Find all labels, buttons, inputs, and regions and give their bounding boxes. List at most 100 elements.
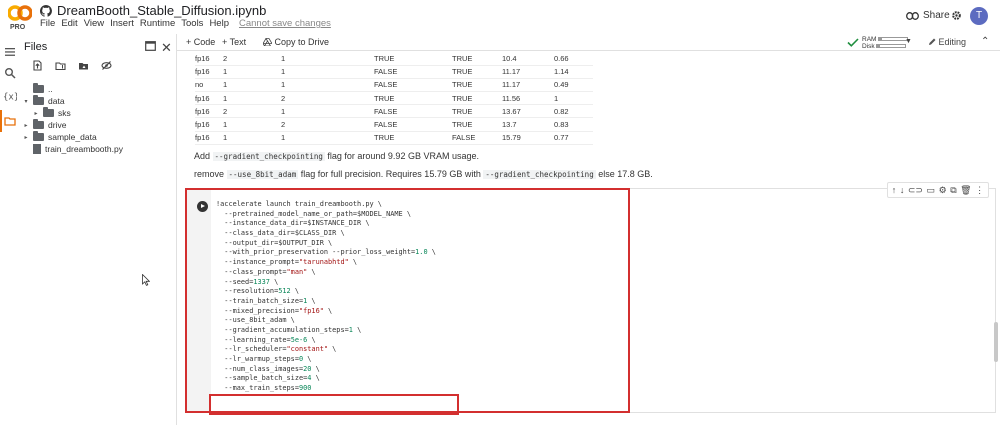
table-cell: 2	[281, 117, 374, 132]
files-panel: Files ✕ .. ▾ data ▸ sks ▸ drive ▸ sample…	[20, 34, 177, 425]
notebook-toolbar: + Code + Text Copy to Drive RAM Disk ▼ E…	[177, 34, 1000, 51]
tree-item-data[interactable]: ▾ data	[23, 95, 65, 107]
code-line: --output_dir=$OUTPUT_DIR \	[216, 238, 333, 247]
hide-files-icon[interactable]	[101, 60, 112, 71]
table-cell: 11.17	[502, 65, 554, 79]
colab-logo[interactable]: PRO	[7, 4, 33, 32]
table-cell: fp16	[195, 104, 223, 119]
inline-code: --gradient_checkpointing	[212, 152, 325, 161]
chevron-right-icon: ▸	[24, 134, 28, 141]
folder-icon	[43, 107, 54, 117]
tree-item-label: data	[48, 96, 65, 106]
mirror-cell-icon[interactable]: ⧉	[950, 185, 956, 196]
add-text-button[interactable]: + Text	[222, 37, 246, 47]
table-cell: 1.14	[554, 65, 593, 79]
toc-menu-icon[interactable]	[4, 46, 16, 58]
code-line: --resolution=512 \	[216, 287, 299, 296]
tree-item-label: sks	[58, 108, 71, 118]
menu-file[interactable]: File	[37, 18, 58, 29]
delete-icon[interactable]: 🗑	[960, 185, 971, 196]
note-8bit-adam: remove --use_8bit_adam flag for full pre…	[194, 169, 653, 179]
copy-to-drive-label: Copy to Drive	[274, 37, 330, 47]
user-avatar[interactable]: T	[970, 7, 988, 25]
close-icon[interactable]: ✕	[161, 40, 172, 56]
notebook-title[interactable]: DreamBooth_Stable_Diffusion.ipynb	[57, 3, 266, 18]
connected-check-icon	[847, 38, 859, 47]
cannot-save-link[interactable]: Cannot save changes	[236, 18, 334, 29]
menu-bar: File Edit View Insert Runtime Tools Help…	[37, 18, 334, 29]
ram-label: RAM	[862, 36, 877, 43]
table-cell: 1	[281, 52, 374, 66]
mount-drive-icon[interactable]	[78, 60, 89, 71]
files-panel-title: Files	[24, 41, 48, 53]
tree-item-drive[interactable]: ▸ drive	[23, 119, 66, 131]
main-scrollbar[interactable]	[994, 322, 998, 362]
move-down-icon[interactable]: ↓	[900, 185, 905, 195]
table-cell: 1	[223, 65, 281, 79]
table-cell: 2	[281, 91, 374, 106]
files-folder-icon[interactable]	[4, 115, 16, 127]
menu-insert[interactable]: Insert	[107, 18, 137, 29]
move-up-icon[interactable]: ↑	[892, 185, 897, 195]
code-line: --lr_warmup_steps=0 \	[216, 355, 312, 363]
copy-to-drive-button[interactable]: Copy to Drive	[262, 37, 330, 47]
menu-edit[interactable]: Edit	[58, 18, 80, 29]
code-line: --train_batch_size=1 \	[216, 296, 316, 305]
more-vert-icon[interactable]: ⋮	[975, 185, 984, 196]
note-gradient-checkpointing: Add --gradient_checkpointing flag for ar…	[194, 151, 479, 161]
tree-item-sks[interactable]: ▸ sks	[33, 107, 71, 119]
tree-item-label: train_dreambooth.py	[45, 144, 123, 154]
cell-settings-icon[interactable]: ⚙	[939, 185, 947, 196]
chevron-down-icon[interactable]: ▼	[905, 38, 912, 45]
code-editor[interactable]: !accelerate launch train_dreambooth.py \…	[216, 200, 436, 394]
menu-tools[interactable]: Tools	[178, 18, 206, 29]
chevron-up-icon[interactable]: ⌃	[981, 36, 989, 47]
table-cell: 1	[281, 65, 374, 79]
table-cell: TRUE	[374, 52, 452, 66]
search-icon[interactable]	[4, 67, 16, 79]
editing-mode-button[interactable]: Editing	[928, 37, 966, 47]
tree-item-sample-data[interactable]: ▸ sample_data	[23, 131, 97, 143]
pencil-icon	[929, 38, 936, 45]
code-line: --gradient_accumulation_steps=1 \	[216, 325, 362, 334]
table-cell: TRUE	[452, 104, 502, 119]
folder-icon	[33, 131, 44, 141]
code-line: --pretrained_model_name_or_path=$MODEL_N…	[216, 209, 411, 218]
table-row: fp16 1 2 TRUE TRUE 11.56 1	[195, 91, 593, 106]
resources-indicator[interactable]: RAM Disk	[862, 36, 909, 50]
github-icon	[40, 4, 52, 17]
table-cell: 2	[223, 104, 281, 119]
settings-gear-icon[interactable]	[951, 10, 962, 21]
link-cell-icon[interactable]: ⊂⊃	[908, 185, 923, 196]
code-cell[interactable]: !accelerate launch train_dreambooth.py \…	[185, 188, 630, 415]
file-icon	[33, 144, 41, 154]
cell-gutter	[187, 190, 211, 411]
menu-runtime[interactable]: Runtime	[137, 18, 178, 29]
comment-icon[interactable]: ▭	[927, 185, 936, 196]
folder-icon	[33, 95, 44, 105]
code-line: --learning_rate=5e-6 \	[216, 335, 316, 344]
tree-item-parent[interactable]: ..	[23, 83, 53, 95]
upload-file-icon[interactable]	[32, 60, 43, 71]
menu-help[interactable]: Help	[206, 18, 232, 29]
code-line: --class_data_dir=$CLASS_DIR \	[216, 229, 345, 238]
table-cell: 1	[223, 78, 281, 93]
menu-view[interactable]: View	[81, 18, 107, 29]
svg-text:{x}: {x}	[3, 93, 17, 103]
table-cell: 0.82	[554, 104, 593, 119]
share-button[interactable]: Share	[906, 10, 950, 21]
table-cell: fp16	[195, 131, 223, 145]
variables-icon[interactable]: {x}	[3, 90, 17, 103]
open-in-tab-icon[interactable]	[145, 41, 156, 51]
table-cell: TRUE	[452, 117, 502, 132]
table-row: fp16 2 1 FALSE TRUE 13.67 0.82	[195, 104, 593, 119]
table-cell: TRUE	[374, 131, 452, 145]
app-header: PRO DreamBooth_Stable_Diffusion.ipynb Fi…	[0, 0, 1000, 34]
code-line: --max_train_steps=900	[216, 384, 312, 393]
new-folder-icon[interactable]	[55, 60, 66, 71]
run-cell-button[interactable]	[197, 201, 208, 212]
tree-item-train-dreambooth[interactable]: train_dreambooth.py	[23, 143, 123, 155]
add-code-button[interactable]: + Code	[186, 37, 215, 47]
code-line: --instance_prompt="tarunabhtd" \	[216, 258, 358, 267]
table-cell: FALSE	[374, 65, 452, 79]
